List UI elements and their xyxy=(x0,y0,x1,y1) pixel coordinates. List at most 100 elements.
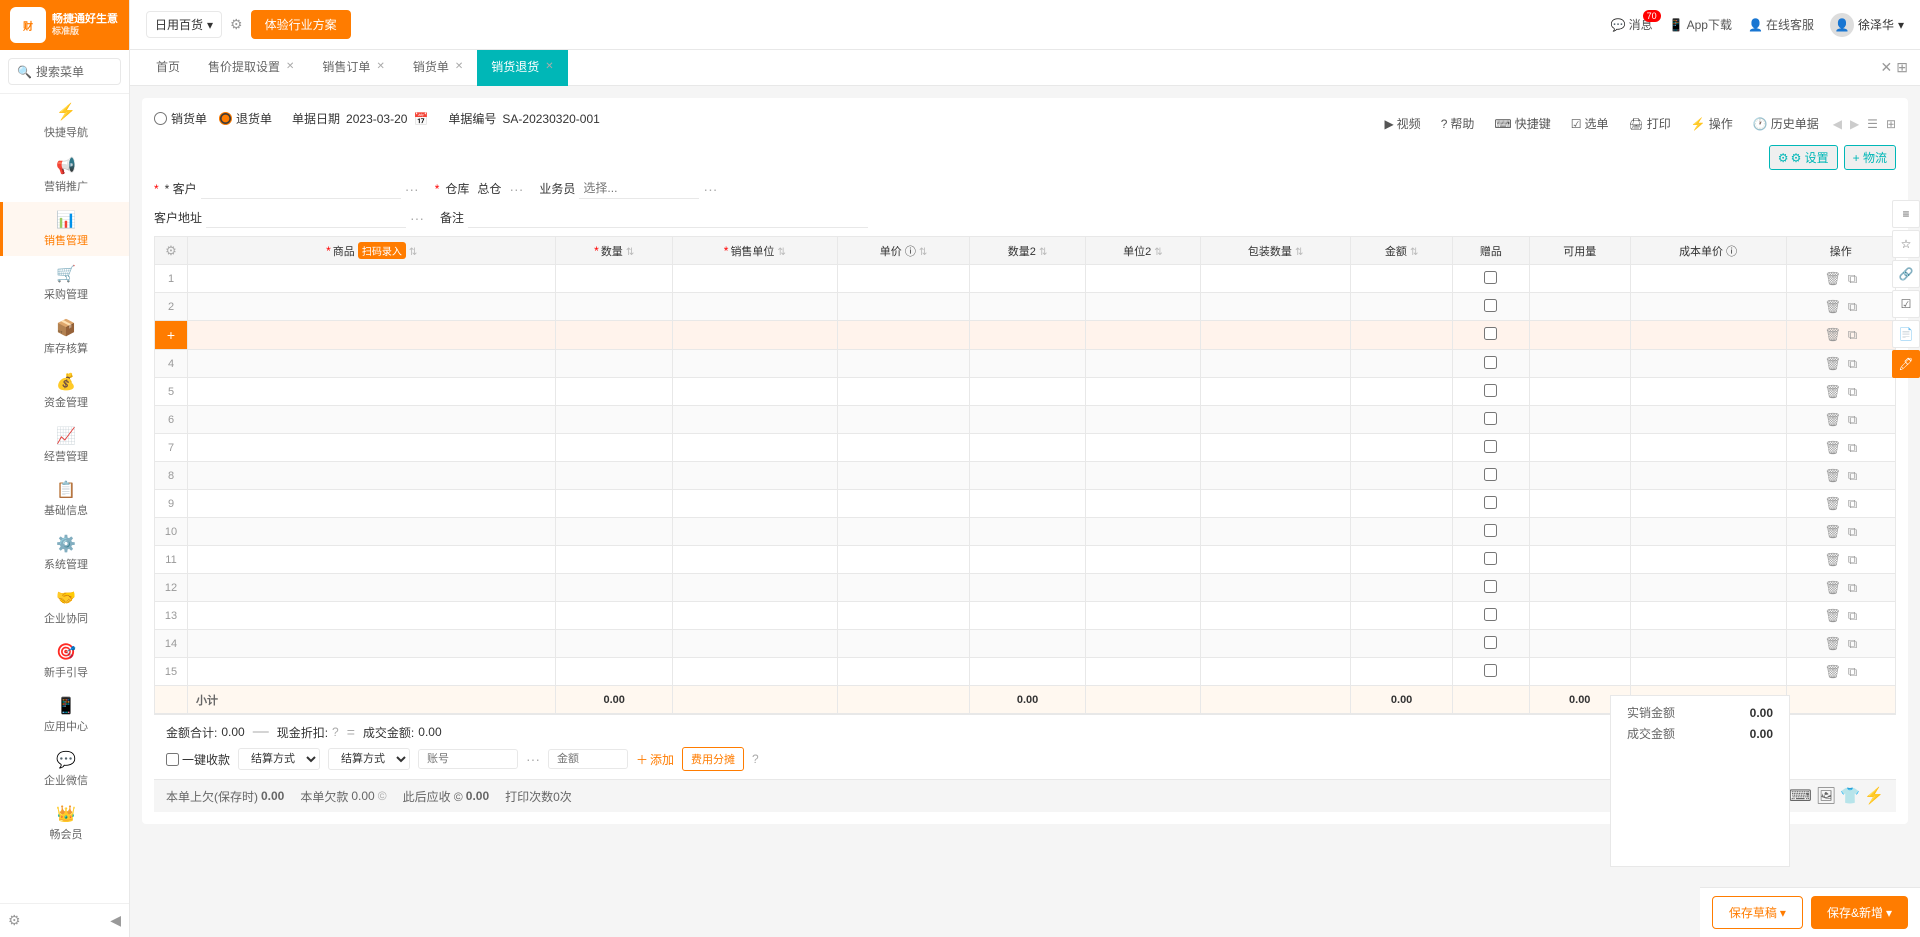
qty2-cell-3[interactable] xyxy=(970,321,1085,350)
qty2-cell-7[interactable] xyxy=(970,434,1085,462)
sidebar-item-shortcut[interactable]: ⚡ 快捷导航 xyxy=(0,94,129,148)
radio-return-doc[interactable]: 退货单 xyxy=(219,110,272,127)
copy-row-13[interactable]: ⧉ xyxy=(1848,608,1857,624)
unit-cell-9[interactable] xyxy=(672,490,837,518)
add-row-button[interactable]: + xyxy=(161,325,181,345)
gift-cell-11[interactable] xyxy=(1453,546,1530,574)
one-click-input[interactable] xyxy=(166,753,179,766)
price-cell-11[interactable] xyxy=(837,546,970,574)
save-new-button[interactable]: 保存&新增 ▾ xyxy=(1811,896,1908,929)
price-cell-8[interactable] xyxy=(837,462,970,490)
qty2-cell-1[interactable] xyxy=(970,265,1085,293)
available-cell-11[interactable] xyxy=(1529,546,1630,574)
gift-cell-9[interactable] xyxy=(1453,490,1530,518)
costprice-cell-1[interactable] xyxy=(1630,265,1786,293)
costprice-cell-7[interactable] xyxy=(1630,434,1786,462)
pkgqty-sort-icon[interactable]: ⇅ xyxy=(1295,247,1303,258)
sidebar-collapse-button[interactable]: ◀ xyxy=(110,912,121,929)
delete-row-6[interactable]: 🗑 xyxy=(1824,412,1841,428)
amount-cell-4[interactable] xyxy=(1351,350,1453,378)
sidebar-item-member[interactable]: 👑 畅会员 xyxy=(0,796,129,850)
address-picker-icon[interactable]: ··· xyxy=(410,210,424,226)
gift-checkbox-6[interactable] xyxy=(1484,412,1497,425)
qty-cell-1[interactable] xyxy=(556,265,673,293)
pkgqty-cell-10[interactable] xyxy=(1201,518,1351,546)
tab-close-sales-order[interactable]: ✕ xyxy=(376,61,384,72)
pkgqty-cell-7[interactable] xyxy=(1201,434,1351,462)
price-cell-9[interactable] xyxy=(837,490,970,518)
qty-cell-8[interactable] xyxy=(556,462,673,490)
unit-cell-14[interactable] xyxy=(672,630,837,658)
gift-cell-6[interactable] xyxy=(1453,406,1530,434)
gift-checkbox-11[interactable] xyxy=(1484,552,1497,565)
wuliu-button[interactable]: + 物流 xyxy=(1844,145,1896,170)
gift-cell-3[interactable] xyxy=(1453,321,1530,350)
unit-cell-4[interactable] xyxy=(672,350,837,378)
copy-row-9[interactable]: ⧉ xyxy=(1848,496,1857,512)
qty-cell-13[interactable] xyxy=(556,602,673,630)
settings-button[interactable]: ⚙ ⚙ 设置 xyxy=(1769,145,1838,170)
price-cell-2[interactable] xyxy=(837,293,970,321)
unit-cell-15[interactable] xyxy=(672,658,837,686)
qty-cell-5[interactable] xyxy=(556,378,673,406)
sidebar-item-finance[interactable]: 💰 资金管理 xyxy=(0,364,129,418)
unit-cell-2[interactable] xyxy=(672,293,837,321)
qty2-cell-5[interactable] xyxy=(970,378,1085,406)
sidebar-item-sales[interactable]: 📊 销售管理 xyxy=(0,202,129,256)
tab-home[interactable]: 首页 xyxy=(142,50,194,86)
save-draft-button[interactable]: 保存草稿 ▾ xyxy=(1712,896,1803,929)
gift-cell-15[interactable] xyxy=(1453,658,1530,686)
radio-sale-input[interactable] xyxy=(154,112,167,125)
unit-cell-10[interactable] xyxy=(672,518,837,546)
amount-sort-icon[interactable]: ⇅ xyxy=(1410,247,1418,258)
qty2-sort-icon[interactable]: ⇅ xyxy=(1039,247,1047,258)
price-cell-10[interactable] xyxy=(837,518,970,546)
pkgqty-cell-1[interactable] xyxy=(1201,265,1351,293)
amount-cell-2[interactable] xyxy=(1351,293,1453,321)
right-panel-btn-3[interactable]: 🔗 xyxy=(1892,260,1920,288)
qty2-cell-2[interactable] xyxy=(970,293,1085,321)
pkgqty-cell-11[interactable] xyxy=(1201,546,1351,574)
topbar-gear-icon[interactable]: ⚙ xyxy=(230,16,243,33)
unit-cell-1[interactable] xyxy=(672,265,837,293)
gift-checkbox-2[interactable] xyxy=(1484,299,1497,312)
remark-input[interactable] xyxy=(468,207,868,228)
nav-next-icon[interactable]: ▶ xyxy=(1850,117,1859,131)
toolbar-help-button[interactable]: ? 帮助 xyxy=(1435,113,1481,134)
gift-cell-7[interactable] xyxy=(1453,434,1530,462)
pkgqty-cell-9[interactable] xyxy=(1201,490,1351,518)
qty-cell-10[interactable] xyxy=(556,518,673,546)
qty2-cell-13[interactable] xyxy=(970,602,1085,630)
delete-row-3[interactable]: 🗑 xyxy=(1824,327,1841,343)
unit2-cell-11[interactable] xyxy=(1085,546,1200,574)
right-panel-btn-2[interactable]: ☆ xyxy=(1892,230,1920,258)
unit2-cell-6[interactable] xyxy=(1085,406,1200,434)
amount-cell-13[interactable] xyxy=(1351,602,1453,630)
amount-cell-1[interactable] xyxy=(1351,265,1453,293)
online-service-button[interactable]: 👤 在线客服 xyxy=(1748,16,1814,33)
gift-checkbox-10[interactable] xyxy=(1484,524,1497,537)
goods-cell-8[interactable] xyxy=(188,462,556,490)
copy-row-2[interactable]: ⧉ xyxy=(1848,299,1857,315)
toolbar-video-button[interactable]: ▶ 视频 xyxy=(1378,113,1426,134)
unit2-cell-13[interactable] xyxy=(1085,602,1200,630)
available-cell-8[interactable] xyxy=(1529,462,1630,490)
costprice-cell-14[interactable] xyxy=(1630,630,1786,658)
price-cell-15[interactable] xyxy=(837,658,970,686)
tab-sales-return[interactable]: 销货退货 ✕ xyxy=(477,50,567,86)
goods-cell-14[interactable] xyxy=(188,630,556,658)
copy-row-3[interactable]: ⧉ xyxy=(1848,327,1857,343)
delete-row-2[interactable]: 🗑 xyxy=(1824,299,1841,315)
sidebar-item-enterprise[interactable]: 🤝 企业协同 xyxy=(0,580,129,634)
qty2-cell-9[interactable] xyxy=(970,490,1085,518)
module-select[interactable]: 日用百货 ▾ xyxy=(146,11,222,38)
unit-cell-6[interactable] xyxy=(672,406,837,434)
gift-checkbox-14[interactable] xyxy=(1484,636,1497,649)
qty2-cell-10[interactable] xyxy=(970,518,1085,546)
delete-row-7[interactable]: 🗑 xyxy=(1824,440,1841,456)
costprice-cell-2[interactable] xyxy=(1630,293,1786,321)
toolbar-shortcut-button[interactable]: ⌨ 快捷键 xyxy=(1488,113,1556,134)
experience-plan-button[interactable]: 体验行业方案 xyxy=(251,10,351,39)
price-cell-7[interactable] xyxy=(837,434,970,462)
gift-checkbox-12[interactable] xyxy=(1484,580,1497,593)
